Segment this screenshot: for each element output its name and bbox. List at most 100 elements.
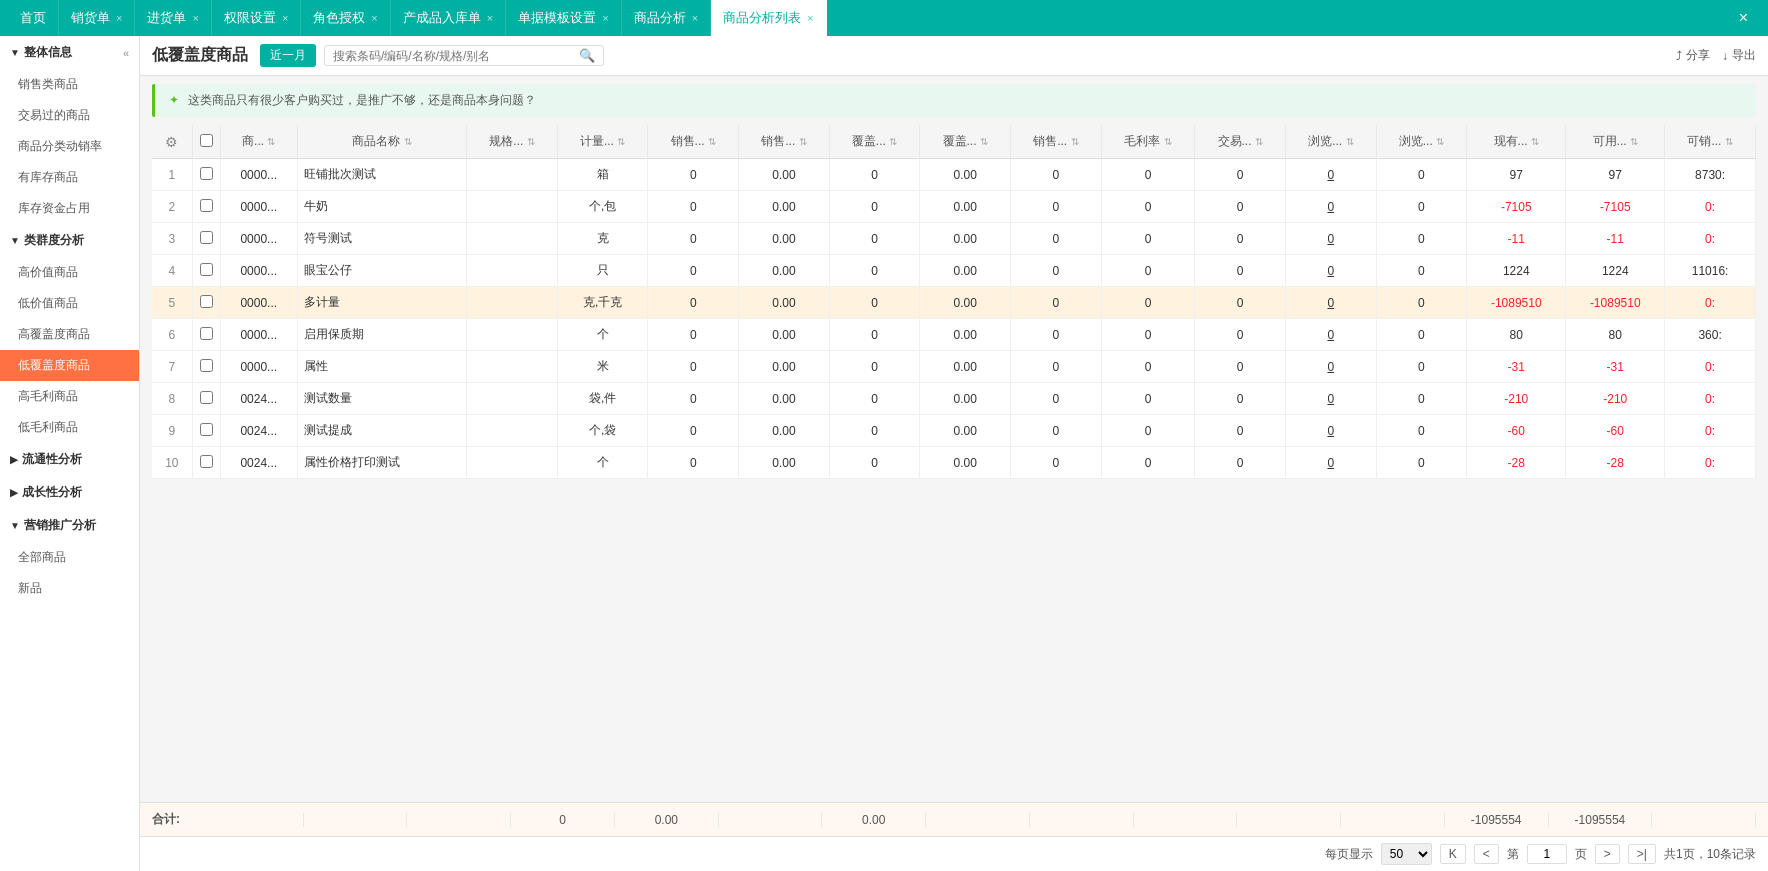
row-name[interactable]: 启用保质期 <box>297 319 466 351</box>
sidebar-item-stocked-goods[interactable]: 有库存商品 <box>0 162 139 193</box>
settings-icon[interactable]: ⚙ <box>165 134 178 150</box>
row-browse1[interactable]: 0 <box>1286 447 1377 479</box>
row-select-checkbox[interactable] <box>200 231 213 244</box>
sidebar-item-sales-goods[interactable]: 销售类商品 <box>0 69 139 100</box>
nav-close-analysis-list[interactable]: × <box>807 12 813 24</box>
col-checkbox[interactable] <box>192 125 220 159</box>
col-gear[interactable]: ⚙ <box>152 125 192 159</box>
sidebar-item-category-rate[interactable]: 商品分类动销率 <box>0 131 139 162</box>
col-sales3[interactable]: 销售... ⇅ <box>1011 125 1102 159</box>
col-transaction[interactable]: 交易... ⇅ <box>1195 125 1286 159</box>
row-name[interactable]: 符号测试 <box>297 223 466 255</box>
sidebar-item-high-margin[interactable]: 高毛利商品 <box>0 381 139 412</box>
row-checkbox[interactable] <box>192 319 220 351</box>
export-button[interactable]: ↓ 导出 <box>1722 47 1756 64</box>
page-input[interactable] <box>1527 844 1567 864</box>
period-button[interactable]: 近一月 <box>260 44 316 67</box>
col-cov2[interactable]: 覆盖... ⇅ <box>920 125 1011 159</box>
collapse-icon[interactable]: « <box>123 47 129 59</box>
sidebar-item-low-coverage[interactable]: 低覆盖度商品 <box>0 350 139 381</box>
row-select-checkbox[interactable] <box>200 263 213 276</box>
row-browse1[interactable]: 0 <box>1286 159 1377 191</box>
col-sellable[interactable]: 可销... ⇅ <box>1665 125 1756 159</box>
row-select-checkbox[interactable] <box>200 359 213 372</box>
row-checkbox[interactable] <box>192 287 220 319</box>
col-name[interactable]: 商品名称 ⇅ <box>297 125 466 159</box>
nav-close-analysis[interactable]: × <box>692 12 698 24</box>
row-select-checkbox[interactable] <box>200 455 213 468</box>
first-page-button[interactable]: K <box>1440 844 1466 864</box>
col-margin[interactable]: 毛利率 ⇅ <box>1101 125 1195 159</box>
row-checkbox[interactable] <box>192 255 220 287</box>
nav-window-close[interactable]: × <box>1727 0 1760 36</box>
row-name[interactable]: 属性价格打印测试 <box>297 447 466 479</box>
row-name[interactable]: 测试提成 <box>297 415 466 447</box>
row-checkbox[interactable] <box>192 383 220 415</box>
row-checkbox[interactable] <box>192 159 220 191</box>
row-browse1[interactable]: 0 <box>1286 383 1377 415</box>
sidebar-item-high-coverage[interactable]: 高覆盖度商品 <box>0 319 139 350</box>
nav-close-purchase[interactable]: × <box>192 12 198 24</box>
sidebar-section-marketing[interactable]: ▼ 营销推广分析 <box>0 509 139 542</box>
col-cov1[interactable]: 覆盖... ⇅ <box>829 125 920 159</box>
per-page-select[interactable]: 50 20 100 200 <box>1381 843 1432 865</box>
nav-template[interactable]: 单据模板设置 × <box>506 0 621 36</box>
search-input[interactable] <box>333 49 579 63</box>
nav-purchase[interactable]: 进货单 × <box>135 0 211 36</box>
share-button[interactable]: ⤴ 分享 <box>1676 47 1710 64</box>
row-name[interactable]: 旺铺批次测试 <box>297 159 466 191</box>
sidebar-section-cluster[interactable]: ▼ 类群度分析 <box>0 224 139 257</box>
row-name[interactable]: 多计量 <box>297 287 466 319</box>
row-checkbox[interactable] <box>192 415 220 447</box>
nav-analysis[interactable]: 商品分析 × <box>622 0 711 36</box>
row-browse1[interactable]: 0 <box>1286 255 1377 287</box>
row-checkbox[interactable] <box>192 447 220 479</box>
col-spec[interactable]: 规格... ⇅ <box>467 125 558 159</box>
nav-close-permission[interactable]: × <box>282 12 288 24</box>
nav-close-template[interactable]: × <box>602 12 608 24</box>
nav-close-production[interactable]: × <box>487 12 493 24</box>
nav-close-role[interactable]: × <box>371 12 377 24</box>
row-name[interactable]: 牛奶 <box>297 191 466 223</box>
row-select-checkbox[interactable] <box>200 327 213 340</box>
sidebar-section-overall[interactable]: ▼ 整体信息 « <box>0 36 139 69</box>
sidebar-item-low-margin[interactable]: 低毛利商品 <box>0 412 139 443</box>
sidebar-item-new-goods[interactable]: 新品 <box>0 573 139 604</box>
sidebar-section-growth[interactable]: ▶ 成长性分析 <box>0 476 139 509</box>
row-checkbox[interactable] <box>192 223 220 255</box>
row-select-checkbox[interactable] <box>200 391 213 404</box>
col-sales-amt[interactable]: 销售... ⇅ <box>739 125 830 159</box>
row-name[interactable]: 测试数量 <box>297 383 466 415</box>
col-current[interactable]: 现有... ⇅ <box>1467 125 1566 159</box>
row-select-checkbox[interactable] <box>200 295 213 308</box>
select-all-checkbox[interactable] <box>200 134 213 147</box>
next-page-button[interactable]: > <box>1595 844 1620 864</box>
row-checkbox[interactable] <box>192 191 220 223</box>
nav-home[interactable]: 首页 <box>8 0 59 36</box>
row-browse1[interactable]: 0 <box>1286 223 1377 255</box>
nav-production[interactable]: 产成品入库单 × <box>391 0 506 36</box>
col-sales-qty[interactable]: 销售... ⇅ <box>648 125 739 159</box>
col-available[interactable]: 可用... ⇅ <box>1566 125 1665 159</box>
row-browse1[interactable]: 0 <box>1286 415 1377 447</box>
nav-analysis-list[interactable]: 商品分析列表 × <box>711 0 826 36</box>
row-name[interactable]: 眼宝公仔 <box>297 255 466 287</box>
prev-page-button[interactable]: < <box>1474 844 1499 864</box>
col-browse1[interactable]: 浏览... ⇅ <box>1286 125 1377 159</box>
sidebar-item-low-value[interactable]: 低价值商品 <box>0 288 139 319</box>
nav-role[interactable]: 角色授权 × <box>301 0 390 36</box>
nav-sales[interactable]: 销货单 × <box>59 0 135 36</box>
sidebar-item-traded-goods[interactable]: 交易过的商品 <box>0 100 139 131</box>
row-checkbox[interactable] <box>192 351 220 383</box>
row-browse1[interactable]: 0 <box>1286 287 1377 319</box>
nav-close-sales[interactable]: × <box>116 12 122 24</box>
col-code[interactable]: 商... ⇅ <box>220 125 297 159</box>
row-select-checkbox[interactable] <box>200 423 213 436</box>
last-page-button[interactable]: >| <box>1628 844 1656 864</box>
sidebar-section-flow[interactable]: ▶ 流通性分析 <box>0 443 139 476</box>
row-browse1[interactable]: 0 <box>1286 191 1377 223</box>
row-select-checkbox[interactable] <box>200 167 213 180</box>
row-name[interactable]: 属性 <box>297 351 466 383</box>
sidebar-item-capital[interactable]: 库存资金占用 <box>0 193 139 224</box>
col-unit[interactable]: 计量... ⇅ <box>557 125 648 159</box>
